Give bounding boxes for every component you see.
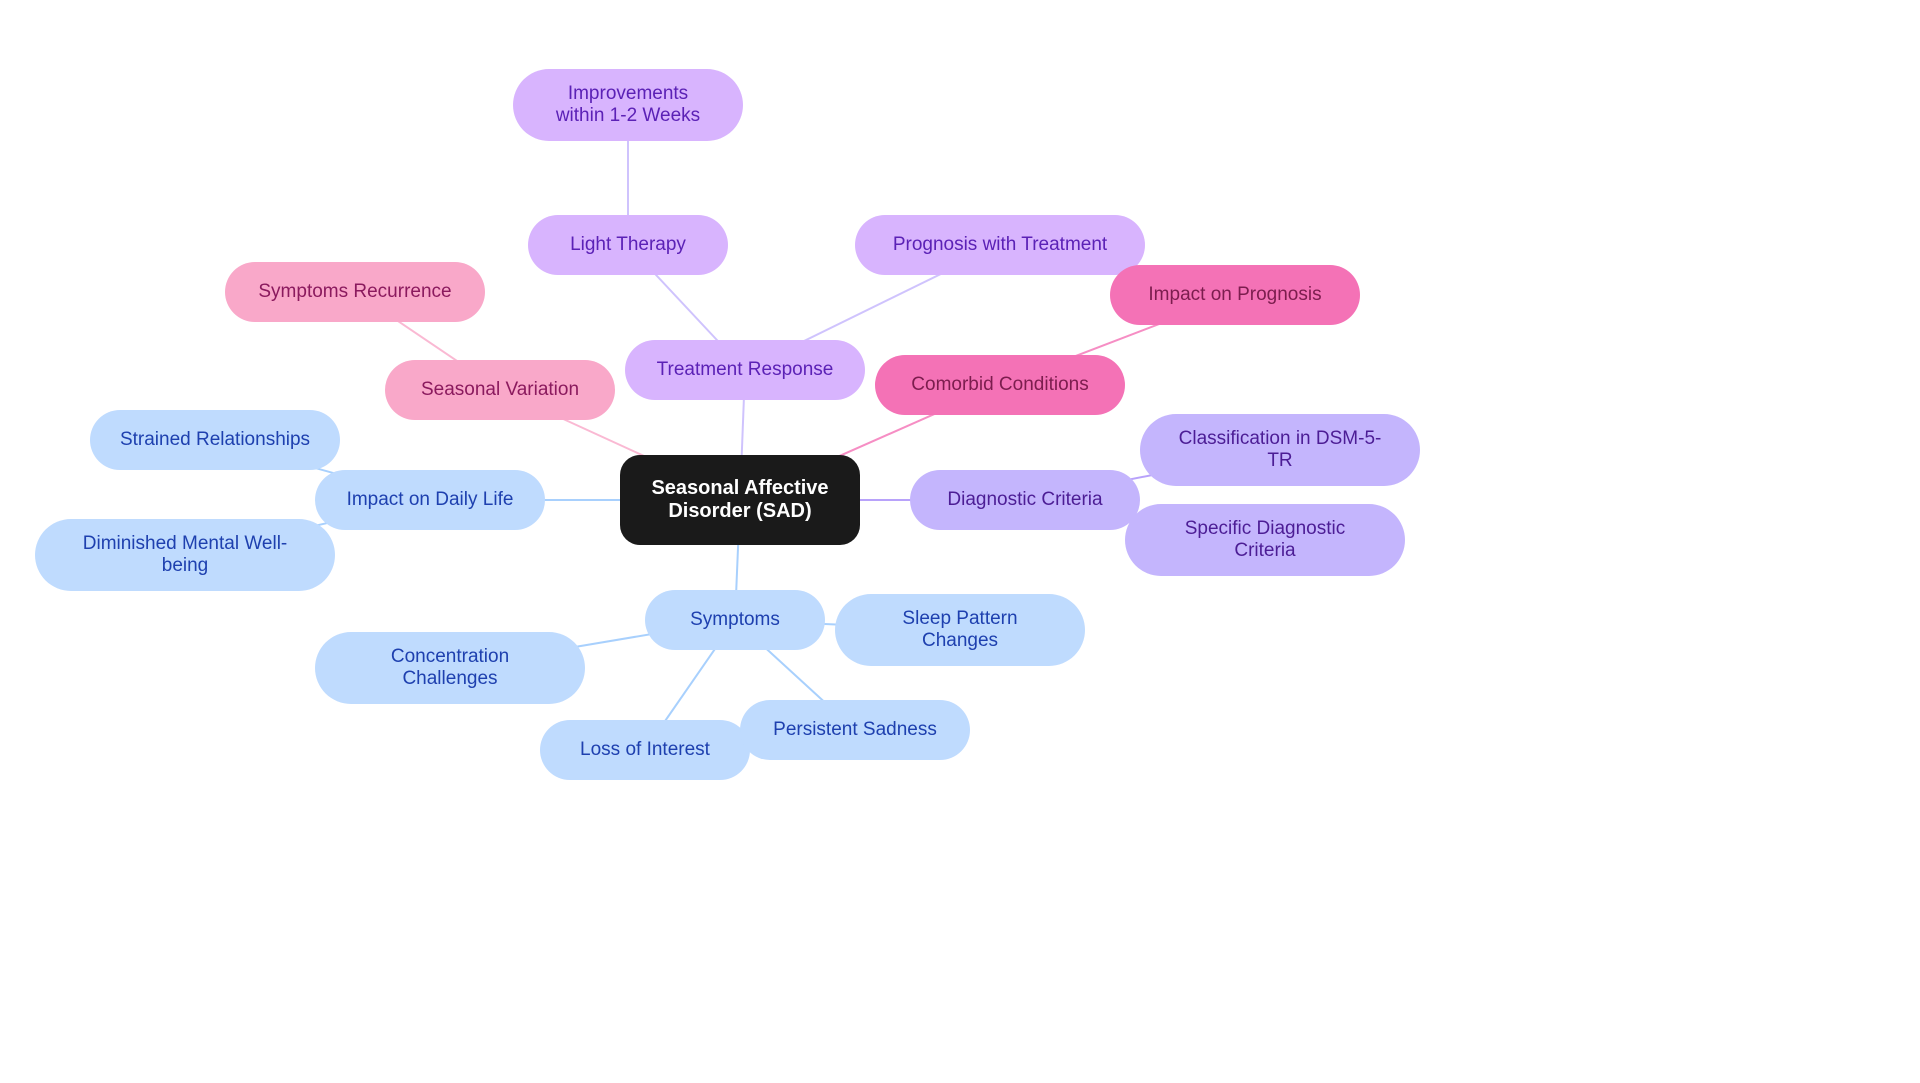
node-specific-diagnostic[interactable]: Specific Diagnostic Criteria — [1125, 504, 1405, 576]
node-diagnostic-criteria[interactable]: Diagnostic Criteria — [910, 470, 1140, 530]
node-symptoms[interactable]: Symptoms — [645, 590, 825, 650]
node-sleep-pattern[interactable]: Sleep Pattern Changes — [835, 594, 1085, 666]
node-comorbid-conditions[interactable]: Comorbid Conditions — [875, 355, 1125, 415]
node-persistent-sadness[interactable]: Persistent Sadness — [740, 700, 970, 760]
node-strained-relationships[interactable]: Strained Relationships — [90, 410, 340, 470]
node-symptoms-recurrence[interactable]: Symptoms Recurrence — [225, 262, 485, 322]
node-improvements[interactable]: Improvements within 1-2 Weeks — [513, 69, 743, 141]
node-loss-interest[interactable]: Loss of Interest — [540, 720, 750, 780]
node-seasonal-variation[interactable]: Seasonal Variation — [385, 360, 615, 420]
node-center[interactable]: Seasonal Affective Disorder (SAD) — [620, 455, 860, 545]
node-light-therapy[interactable]: Light Therapy — [528, 215, 728, 275]
node-concentration-challenges[interactable]: Concentration Challenges — [315, 632, 585, 704]
node-prognosis-treatment[interactable]: Prognosis with Treatment — [855, 215, 1145, 275]
node-classification-dsm[interactable]: Classification in DSM-5-TR — [1140, 414, 1420, 486]
node-treatment-response[interactable]: Treatment Response — [625, 340, 865, 400]
mindmap-container: Seasonal Affective Disorder (SAD) Improve… — [0, 0, 1920, 1083]
node-diminished-mental[interactable]: Diminished Mental Well-being — [35, 519, 335, 591]
node-impact-prognosis[interactable]: Impact on Prognosis — [1110, 265, 1360, 325]
node-impact-daily-life[interactable]: Impact on Daily Life — [315, 470, 545, 530]
